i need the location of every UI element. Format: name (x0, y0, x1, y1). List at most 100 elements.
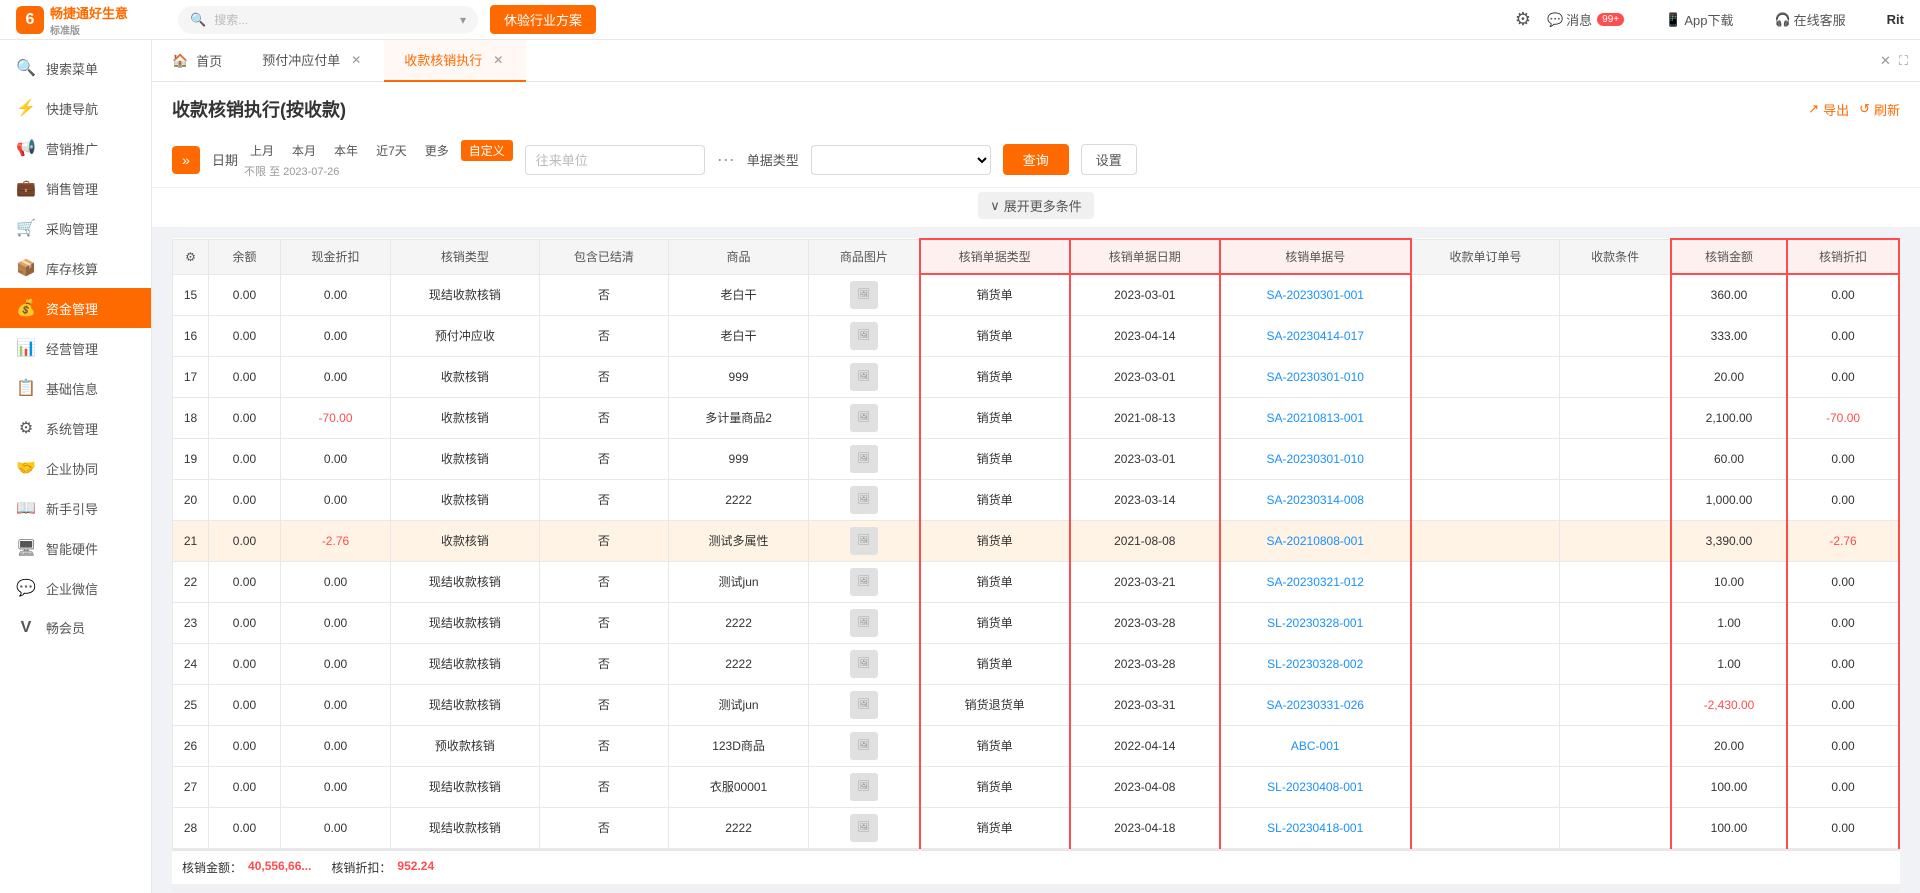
sidebar-item-basic[interactable]: 📋 基础信息 (0, 368, 151, 408)
collab-icon: 🤝 (16, 458, 36, 478)
table-cell (1411, 479, 1560, 520)
msg-label: 消息 (1566, 10, 1592, 29)
doc-no-link[interactable]: SA-20230321-012 (1267, 575, 1364, 589)
headset-icon: 🎧 (1774, 12, 1790, 28)
table-cell: 0.00 (1787, 602, 1899, 643)
search-bar[interactable]: 🔍 搜索... ▾ (178, 6, 478, 34)
sidebar-item-shortcuts[interactable]: ⚡ 快捷导航 (0, 88, 151, 128)
sidebar-item-finance[interactable]: 💰 资金管理 (0, 288, 151, 328)
online-service-btn[interactable]: 🎧 在线客服 (1774, 10, 1845, 29)
date-last-month[interactable]: 上月 (244, 140, 280, 161)
sidebar-item-purchase[interactable]: 🛒 采购管理 (0, 208, 151, 248)
table-cell: 0.00 (209, 561, 281, 602)
date-custom[interactable]: 自定义 (461, 140, 513, 161)
sidebar-item-inventory[interactable]: 📦 库存核算 (0, 248, 151, 288)
table-cell: 否 (539, 725, 668, 766)
doc-no-link[interactable]: SL-20230328-001 (1267, 616, 1363, 630)
table-area[interactable]: ⚙ 余额 现金折扣 核销类型 包含已结清 商品 商品图片 核销单据类型 核销单据… (152, 228, 1920, 893)
sidebar-item-wechat[interactable]: 💬 企业微信 (0, 568, 151, 608)
table-cell: 🖼 (809, 315, 920, 356)
doc-no-link[interactable]: SA-20210808-001 (1267, 534, 1364, 548)
sidebar-item-search[interactable]: 🔍 搜索菜单 (0, 48, 151, 88)
industry-btn[interactable]: 休验行业方案 (490, 5, 596, 34)
goods-image: 🖼 (850, 732, 878, 760)
sidebar-item-marketing[interactable]: 📢 营销推广 (0, 128, 151, 168)
doc-no-link[interactable]: SA-20210813-001 (1267, 411, 1364, 425)
sidebar-item-management[interactable]: 📊 经营管理 (0, 328, 151, 368)
table-cell: 0.00 (280, 766, 390, 807)
table-row: 210.00-2.76收款核销否测试多属性🖼销货单2021-08-08SA-20… (173, 520, 1900, 561)
user-name[interactable]: Rit (1887, 12, 1904, 27)
table-cell: SA-20210813-001 (1220, 397, 1411, 438)
table-cell: 销货单 (920, 438, 1070, 479)
scrollbar[interactable] (172, 884, 1900, 892)
tab-bar-right: ✕ ⛶ (1880, 53, 1920, 69)
table-cell: 测试jun (669, 561, 809, 602)
doc-no-link[interactable]: SA-20230414-017 (1267, 329, 1364, 343)
sidebar-item-guide[interactable]: 📖 新手引导 (0, 488, 151, 528)
sidebar-item-sales[interactable]: 💼 销售管理 (0, 168, 151, 208)
doc-no-link[interactable]: SA-20230301-010 (1267, 370, 1364, 384)
close-all-icon[interactable]: ✕ (1880, 53, 1891, 69)
settings-btn[interactable]: 设置 (1081, 144, 1137, 175)
app-sub: 标准版 (50, 22, 128, 37)
tab-prepay[interactable]: 预付冲应付单 ✕ (242, 40, 384, 82)
th-settings[interactable]: ⚙ (173, 239, 209, 274)
goods-image: 🖼 (850, 363, 878, 391)
th-discount: 核销折扣 (1787, 239, 1899, 274)
tab-receipt-close[interactable]: ✕ (490, 52, 506, 68)
date-more[interactable]: 更多 (419, 140, 455, 161)
tab-receipt[interactable]: 收款核销执行 ✕ (384, 40, 526, 82)
doc-no-link[interactable]: SA-20230314-008 (1267, 493, 1364, 507)
party-input[interactable]: 往来单位 (525, 145, 705, 175)
table-cell: 销货单 (920, 356, 1070, 397)
expand-conditions-btn[interactable]: ∨ 展开更多条件 (978, 192, 1094, 219)
sidebar-item-member[interactable]: V 畅会员 (0, 608, 151, 647)
refresh-btn[interactable]: ↺ 刷新 (1859, 100, 1900, 119)
table-cell: 0.00 (1787, 766, 1899, 807)
tab-home[interactable]: 🏠 首页 (152, 40, 242, 82)
table-cell: 0.00 (1787, 274, 1899, 315)
tab-prepay-close[interactable]: ✕ (348, 52, 364, 68)
table-cell: 2023-04-14 (1070, 315, 1220, 356)
app-download-btn[interactable]: 📱 App下载 (1665, 10, 1733, 29)
table-cell: 10.00 (1671, 561, 1787, 602)
th-doc-no: 核销单据号 (1220, 239, 1411, 274)
sidebar-item-hardware[interactable]: 🖥 智能硬件 (0, 528, 151, 568)
online-service-label: 在线客服 (1794, 10, 1846, 29)
table-cell: 现结收款核销 (391, 807, 540, 848)
table-cell (1411, 643, 1560, 684)
sidebar-label-wechat: 企业微信 (46, 579, 98, 598)
table-cell: 0.00 (1787, 315, 1899, 356)
table-cell: 2023-04-18 (1070, 807, 1220, 848)
date-7days[interactable]: 近7天 (370, 140, 413, 161)
voucher-type-select[interactable] (811, 145, 991, 175)
voucher-type-label: 单据类型 (747, 150, 799, 169)
doc-no-link[interactable]: SA-20230301-001 (1267, 288, 1364, 302)
doc-no-link[interactable]: SL-20230408-001 (1267, 780, 1363, 794)
messages-btn[interactable]: 💬 消息 99+ (1547, 10, 1624, 29)
table-footer: 核销金额： 40,556,66... 核销折扣： 952.24 (172, 849, 1900, 884)
sidebar-item-system[interactable]: ⚙ 系统管理 (0, 408, 151, 448)
doc-no-link[interactable]: SL-20230418-001 (1267, 821, 1363, 835)
filter-toggle-btn[interactable]: » (172, 146, 200, 174)
table-cell: 销货单 (920, 561, 1070, 602)
doc-no-link[interactable]: SA-20230301-010 (1267, 452, 1364, 466)
table-cell: 否 (539, 766, 668, 807)
expand-icon[interactable]: ⛶ (1899, 53, 1908, 69)
export-btn[interactable]: ↗ 导出 (1808, 100, 1849, 119)
home-icon: 🏠 (172, 53, 188, 69)
date-this-year[interactable]: 本年 (328, 140, 364, 161)
query-btn[interactable]: 查询 (1003, 144, 1069, 175)
doc-no-link[interactable]: ABC-001 (1291, 739, 1340, 753)
table-cell: 0.00 (280, 602, 390, 643)
table-cell: 否 (539, 274, 668, 315)
sidebar-item-collab[interactable]: 🤝 企业协同 (0, 448, 151, 488)
th-goods-img: 商品图片 (809, 239, 920, 274)
doc-no-link[interactable]: SL-20230328-002 (1267, 657, 1363, 671)
tab-prepay-label: 预付冲应付单 (262, 50, 340, 69)
doc-no-link[interactable]: SA-20230331-026 (1267, 698, 1364, 712)
table-cell: 20 (173, 479, 209, 520)
date-this-month[interactable]: 本月 (286, 140, 322, 161)
gear-icon[interactable]: ⚙ (1515, 9, 1531, 30)
